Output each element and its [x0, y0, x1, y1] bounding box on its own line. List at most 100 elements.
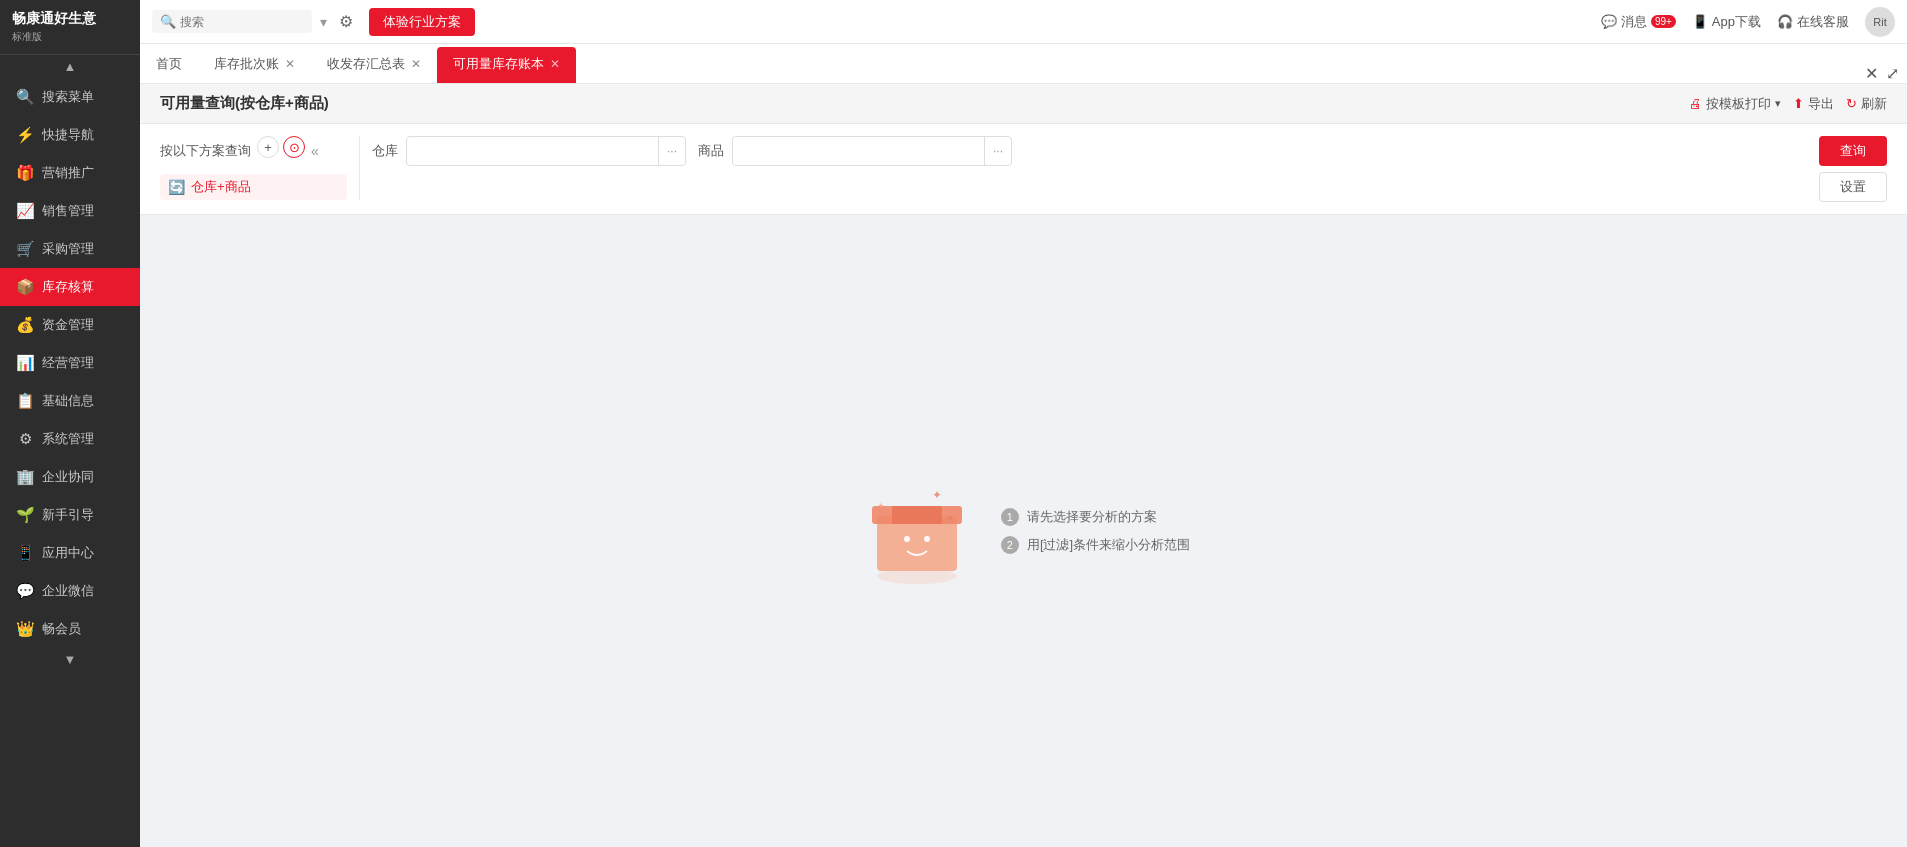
filter-area: 按以下方案查询 + ⊙ « 🔄 仓库+商品 仓库 — [140, 124, 1907, 215]
warehouse-label: 仓库 — [372, 142, 398, 160]
sidebar-item-newbie[interactable]: 🌱 新手引导 — [0, 496, 140, 534]
page-header-actions: 🖨 按模板打印 ▾ ⬆ 导出 ↻ 刷新 — [1689, 95, 1887, 113]
sidebar-item-search[interactable]: 🔍 搜索菜单 — [0, 78, 140, 116]
sidebar-item-label: 库存核算 — [42, 278, 94, 296]
scheme-item-warehouse-goods[interactable]: 🔄 仓库+商品 — [160, 174, 347, 200]
search-icon: 🔍 — [16, 88, 34, 106]
system-icon: ⚙ — [16, 430, 34, 448]
sidebar-item-wechat[interactable]: 💬 企业微信 — [0, 572, 140, 610]
app-download-label: App下载 — [1712, 13, 1761, 31]
search-input[interactable] — [180, 15, 300, 29]
warehouse-filter-field: 仓库 ··· — [372, 136, 686, 166]
sidebar-scroll-down[interactable]: ▼ — [0, 648, 140, 671]
empty-tips: 1 请先选择要分析的方案 2 用[过滤]条件来缩小分析范围 — [1001, 508, 1190, 554]
sidebar-item-label: 快捷导航 — [42, 126, 94, 144]
goods-input[interactable] — [733, 137, 984, 165]
sidebar-item-purchase[interactable]: 🛒 采购管理 — [0, 230, 140, 268]
sidebar-scroll-up[interactable]: ▲ — [0, 55, 140, 78]
tab-available-ledger-label: 可用量库存账本 — [453, 55, 544, 73]
close-icon[interactable]: ✕ — [285, 57, 295, 71]
sidebar: 畅康通好生意 标准版 ▲ 🔍 搜索菜单 ⚡ 快捷导航 🎁 营销推广 📈 销售管理… — [0, 0, 140, 847]
tab-window-controls: ✕ ⤢ — [1865, 64, 1907, 83]
warehouse-more-button[interactable]: ··· — [658, 137, 685, 165]
messages-button[interactable]: 💬 消息 99+ — [1601, 13, 1676, 31]
svg-point-8 — [924, 536, 930, 542]
tab-home[interactable]: 首页 — [140, 47, 198, 83]
sidebar-item-enterprise[interactable]: 🏢 企业协同 — [0, 458, 140, 496]
warehouse-input[interactable] — [407, 137, 658, 165]
maximize-window-button[interactable]: ⤢ — [1886, 64, 1899, 83]
tab-available-ledger[interactable]: 可用量库存账本 ✕ — [437, 47, 576, 83]
tab-batch-ledger[interactable]: 库存批次账 ✕ — [198, 47, 311, 83]
sidebar-item-basic-info[interactable]: 📋 基础信息 — [0, 382, 140, 420]
sidebar-item-label: 应用中心 — [42, 544, 94, 562]
close-icon[interactable]: ✕ — [550, 57, 560, 71]
sidebar-item-shortcut[interactable]: ⚡ 快捷导航 — [0, 116, 140, 154]
chevron-down-icon[interactable]: ▾ — [1775, 97, 1781, 110]
add-scheme-button[interactable]: + — [257, 136, 279, 158]
export-button[interactable]: ⬆ 导出 — [1793, 95, 1834, 113]
sidebar-item-inventory[interactable]: 📦 库存核算 — [0, 268, 140, 306]
refresh-button[interactable]: ↻ 刷新 — [1846, 95, 1887, 113]
scheme-icon: 🔄 — [168, 179, 185, 195]
close-icon[interactable]: ✕ — [411, 57, 421, 71]
messages-badge: 99+ — [1651, 15, 1676, 28]
sidebar-item-label: 畅会员 — [42, 620, 81, 638]
close-window-button[interactable]: ✕ — [1865, 64, 1878, 83]
main-content: 🔍 ▾ ⚙ 体验行业方案 💬 消息 99+ 📱 App下载 🎧 在线客服 Rit — [140, 0, 1907, 847]
dropdown-chevron-icon[interactable]: ▾ — [320, 14, 327, 30]
svg-text:✦: ✦ — [947, 514, 954, 523]
filter-scheme-panel: 按以下方案查询 + ⊙ « 🔄 仓库+商品 — [160, 136, 360, 200]
tab-batch-ledger-label: 库存批次账 — [214, 55, 279, 73]
topbar-right: 💬 消息 99+ 📱 App下载 🎧 在线客服 Rit — [1601, 7, 1895, 37]
app-download-button[interactable]: 📱 App下载 — [1692, 13, 1761, 31]
avatar[interactable]: Rit — [1865, 7, 1895, 37]
sidebar-item-label: 企业微信 — [42, 582, 94, 600]
download-icon: 📱 — [1692, 14, 1708, 29]
sidebar-item-finance[interactable]: 💰 资金管理 — [0, 306, 140, 344]
sidebar-item-system[interactable]: ⚙ 系统管理 — [0, 420, 140, 458]
wechat-icon: 💬 — [16, 582, 34, 600]
shortcut-icon: ⚡ — [16, 126, 34, 144]
sidebar-item-marketing[interactable]: 🎁 营销推广 — [0, 154, 140, 192]
collapse-button[interactable]: « — [311, 143, 319, 159]
sidebar-item-app-center[interactable]: 📱 应用中心 — [0, 534, 140, 572]
online-service-label: 在线客服 — [1797, 13, 1849, 31]
operations-icon: 📊 — [16, 354, 34, 372]
sidebar-item-label: 采购管理 — [42, 240, 94, 258]
refresh-label: 刷新 — [1861, 95, 1887, 113]
online-service-button[interactable]: 🎧 在线客服 — [1777, 13, 1849, 31]
sidebar-item-members[interactable]: 👑 畅会员 — [0, 610, 140, 648]
empty-state: ✦ ✦ ✦ 1 请先选择要分析的方案 2 用[过滤]条件来缩小分析范围 — [140, 215, 1907, 847]
sidebar-item-operations[interactable]: 📊 经营管理 — [0, 344, 140, 382]
settings-scheme-button[interactable]: ⊙ — [283, 136, 305, 158]
enterprise-icon: 🏢 — [16, 468, 34, 486]
svg-rect-1 — [877, 516, 957, 571]
export-icon: ⬆ — [1793, 96, 1804, 111]
query-button[interactable]: 查询 — [1819, 136, 1887, 166]
warehouse-input-group: ··· — [406, 136, 686, 166]
query-action-buttons: 查询 设置 — [1819, 136, 1887, 202]
search-icon: 🔍 — [160, 14, 176, 29]
scheme-label: 仓库+商品 — [191, 178, 251, 196]
service-icon: 🎧 — [1777, 14, 1793, 29]
app-name: 畅康通好生意 — [12, 10, 128, 28]
messages-label: 消息 — [1621, 13, 1647, 31]
marketing-icon: 🎁 — [16, 164, 34, 182]
topbar: 🔍 ▾ ⚙ 体验行业方案 💬 消息 99+ 📱 App下载 🎧 在线客服 Rit — [140, 0, 1907, 44]
topbar-search-box[interactable]: 🔍 — [152, 10, 312, 33]
solution-button[interactable]: 体验行业方案 — [369, 8, 475, 36]
sidebar-item-label: 营销推广 — [42, 164, 94, 182]
page-header: 可用量查询(按仓库+商品) 🖨 按模板打印 ▾ ⬆ 导出 ↻ 刷新 — [140, 84, 1907, 124]
tab-receipt-summary[interactable]: 收发存汇总表 ✕ — [311, 47, 437, 83]
gear-icon[interactable]: ⚙ — [335, 8, 357, 35]
sidebar-item-label: 搜索菜单 — [42, 88, 94, 106]
print-button[interactable]: 🖨 按模板打印 ▾ — [1689, 95, 1781, 113]
goods-filter-field: 商品 ··· — [698, 136, 1012, 166]
sidebar-item-sales[interactable]: 📈 销售管理 — [0, 192, 140, 230]
filter-settings-button[interactable]: 设置 — [1819, 172, 1887, 202]
print-label: 按模板打印 — [1706, 95, 1771, 113]
members-icon: 👑 — [16, 620, 34, 638]
sidebar-logo: 畅康通好生意 标准版 — [0, 0, 140, 55]
goods-more-button[interactable]: ··· — [984, 137, 1011, 165]
